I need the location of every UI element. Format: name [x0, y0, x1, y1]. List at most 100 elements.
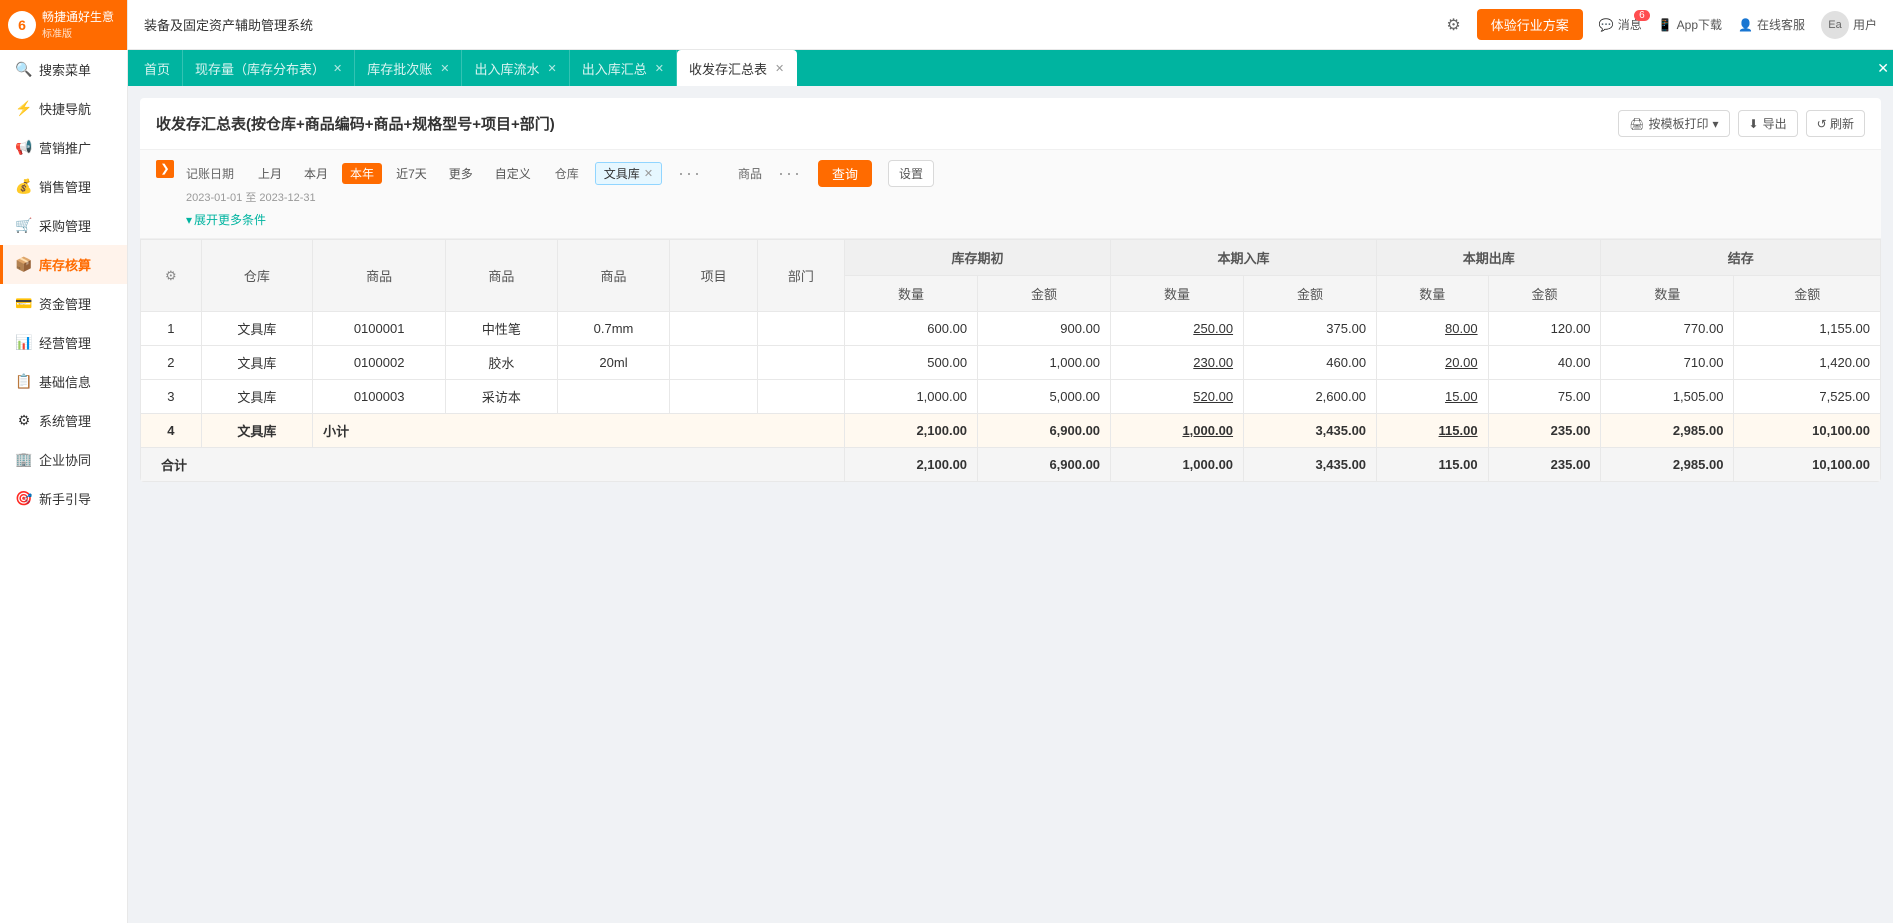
sidebar-item-inventory[interactable]: 📦 库存核算: [0, 245, 127, 284]
row-in-qty[interactable]: 520.00: [1111, 380, 1244, 414]
row-open-amt: 5,000.00: [978, 380, 1111, 414]
topbar: 装备及固定资产辅助管理系统 ⚙ 体验行业方案 💬 消息 6 📱 App下载 👤 …: [128, 0, 1893, 50]
filter-bar: ❯ 记账日期 上月 本月 本年 近7天 更多 自定义: [140, 150, 1881, 239]
tab-inout-summary-close[interactable]: ✕: [655, 62, 664, 75]
sidebar-item-guide[interactable]: 🎯 新手引导: [0, 479, 127, 518]
date-btn-this-month[interactable]: 本月: [296, 163, 336, 184]
col-out-header: 本期出库: [1377, 240, 1601, 276]
tab-inout-flow-close[interactable]: ✕: [548, 62, 557, 75]
date-btn-7days[interactable]: 近7天: [388, 163, 435, 184]
table-settings-icon[interactable]: ⚙: [141, 240, 202, 312]
row-dept: [757, 380, 844, 414]
table-subtotal-row: 4 文具库 小计 2,100.00 6,900.00 1,000.00 3,43…: [141, 414, 1881, 448]
goods-more-dots[interactable]: ···: [778, 163, 802, 184]
table-row: 2 文具库 0100002 胶水 20ml 500.00 1,000.00 23…: [141, 346, 1881, 380]
sidebar-item-sales[interactable]: 💰 销售管理: [0, 167, 127, 206]
row-out-amt: 120.00: [1488, 312, 1601, 346]
sidebar-item-label: 库存核算: [39, 255, 91, 274]
warehouse-tag-remove[interactable]: ✕: [644, 167, 653, 180]
col-out-amt: 金额: [1488, 276, 1601, 312]
sidebar-item-basic-info[interactable]: 📋 基础信息: [0, 362, 127, 401]
col-open-qty: 数量: [845, 276, 978, 312]
row-out-amt: 40.00: [1488, 346, 1601, 380]
tab-inout-summary[interactable]: 出入库汇总 ✕: [570, 50, 677, 86]
date-btn-custom[interactable]: 自定义: [487, 163, 539, 184]
tab-inventory-dist-close[interactable]: ✕: [333, 62, 342, 75]
print-button[interactable]: 🖨 按模板打印 ▾: [1618, 110, 1729, 137]
tab-batch-ledger[interactable]: 库存批次账 ✕: [355, 50, 462, 86]
enterprise-icon: 🏢: [15, 451, 33, 468]
sidebar-item-marketing[interactable]: 📢 营销推广: [0, 128, 127, 167]
total-bal-amt: 10,100.00: [1734, 448, 1881, 482]
close-panel-button[interactable]: ✕: [1877, 60, 1889, 77]
date-btn-last-month[interactable]: 上月: [250, 163, 290, 184]
tab-receipt-summary-close[interactable]: ✕: [775, 62, 784, 75]
date-range-text: 2023-01-01 至 2023-12-31: [186, 189, 934, 205]
guide-icon: 🎯: [15, 490, 33, 507]
sidebar-nav: 🔍 搜索菜单 ⚡ 快捷导航 📢 营销推广 💰 销售管理 🛒 采购管理 📦 库存核…: [0, 50, 127, 923]
sidebar-item-label: 资金管理: [39, 294, 91, 313]
export-button[interactable]: ⬇ 导出: [1738, 110, 1798, 137]
date-btn-more[interactable]: 更多: [441, 163, 481, 184]
sidebar-item-purchase[interactable]: 🛒 采购管理: [0, 206, 127, 245]
settings-icon[interactable]: ⚙: [1446, 15, 1460, 35]
row-out-qty[interactable]: 80.00: [1377, 312, 1489, 346]
tab-batch-ledger-close[interactable]: ✕: [440, 62, 449, 75]
tab-home[interactable]: 首页: [132, 50, 183, 86]
sidebar-item-search[interactable]: 🔍 搜索菜单: [0, 50, 127, 89]
subtotal-out-qty[interactable]: 115.00: [1377, 414, 1489, 448]
sidebar-item-label: 营销推广: [39, 138, 91, 157]
sidebar-item-finance[interactable]: 💳 资金管理: [0, 284, 127, 323]
user-avatar: Ea: [1821, 11, 1849, 39]
tab-inventory-dist[interactable]: 现存量（库存分布表） ✕: [183, 50, 355, 86]
logo-icon: 6: [8, 11, 36, 39]
sidebar-item-quick-nav[interactable]: ⚡ 快捷导航: [0, 89, 127, 128]
refresh-button[interactable]: ↺ 刷新: [1806, 110, 1865, 137]
subtotal-in-qty[interactable]: 1,000.00: [1111, 414, 1244, 448]
row-in-amt: 460.00: [1244, 346, 1377, 380]
total-open-amt: 6,900.00: [978, 448, 1111, 482]
trial-button[interactable]: 体验行业方案: [1477, 9, 1583, 40]
refresh-icon: ↺: [1817, 117, 1827, 131]
row-in-amt: 2,600.00: [1244, 380, 1377, 414]
user-button[interactable]: Ea 用户: [1821, 11, 1877, 39]
online-service-button[interactable]: 👤 在线客服: [1738, 16, 1805, 33]
row-out-qty[interactable]: 15.00: [1377, 380, 1489, 414]
row-in-qty[interactable]: 250.00: [1111, 312, 1244, 346]
tab-inout-flow[interactable]: 出入库流水 ✕: [462, 50, 569, 86]
sidebar-item-label: 经营管理: [39, 333, 91, 352]
logo-sub: 标准版: [42, 25, 114, 40]
date-btn-this-year[interactable]: 本年: [342, 163, 382, 184]
row-bal-amt: 1,420.00: [1734, 346, 1881, 380]
tab-receipt-summary[interactable]: 收发存汇总表 ✕: [677, 50, 797, 86]
row-no: 2: [141, 346, 202, 380]
sidebar-logo: 6 畅捷通好生意 标准版: [0, 0, 127, 50]
col-spec-header: 商品: [557, 240, 670, 312]
app-download-button[interactable]: 📱 App下载: [1658, 16, 1722, 33]
sales-icon: 💰: [15, 178, 33, 195]
warehouse-tag-text: 文具库: [604, 165, 640, 182]
message-button[interactable]: 💬 消息 6: [1599, 16, 1642, 33]
export-icon: ⬇: [1749, 117, 1759, 131]
col-in-amt: 金额: [1244, 276, 1377, 312]
warehouse-more-dots[interactable]: ···: [678, 163, 702, 184]
expand-filter-button[interactable]: ▾ 展开更多条件: [186, 211, 934, 228]
warehouse-tag: 文具库 ✕: [595, 162, 662, 185]
subtotal-bal-amt: 10,100.00: [1734, 414, 1881, 448]
collapse-button[interactable]: ❯: [156, 160, 174, 178]
sidebar-item-enterprise[interactable]: 🏢 企业协同: [0, 440, 127, 479]
row-out-qty[interactable]: 20.00: [1377, 346, 1489, 380]
row-project: [670, 312, 757, 346]
sidebar-item-label: 新手引导: [39, 489, 91, 508]
row-name: 胶水: [446, 346, 557, 380]
settings-button[interactable]: 设置: [888, 160, 934, 187]
row-bal-qty: 770.00: [1601, 312, 1734, 346]
print-icon: 🖨: [1629, 117, 1644, 131]
row-in-qty[interactable]: 230.00: [1111, 346, 1244, 380]
query-button[interactable]: 查询: [818, 160, 872, 187]
sidebar-item-operations[interactable]: 📊 经营管理: [0, 323, 127, 362]
sidebar-item-system[interactable]: ⚙ 系统管理: [0, 401, 127, 440]
row-open-amt: 900.00: [978, 312, 1111, 346]
app-download-label: App下载: [1677, 16, 1722, 33]
col-warehouse-header: 仓库: [201, 240, 312, 312]
